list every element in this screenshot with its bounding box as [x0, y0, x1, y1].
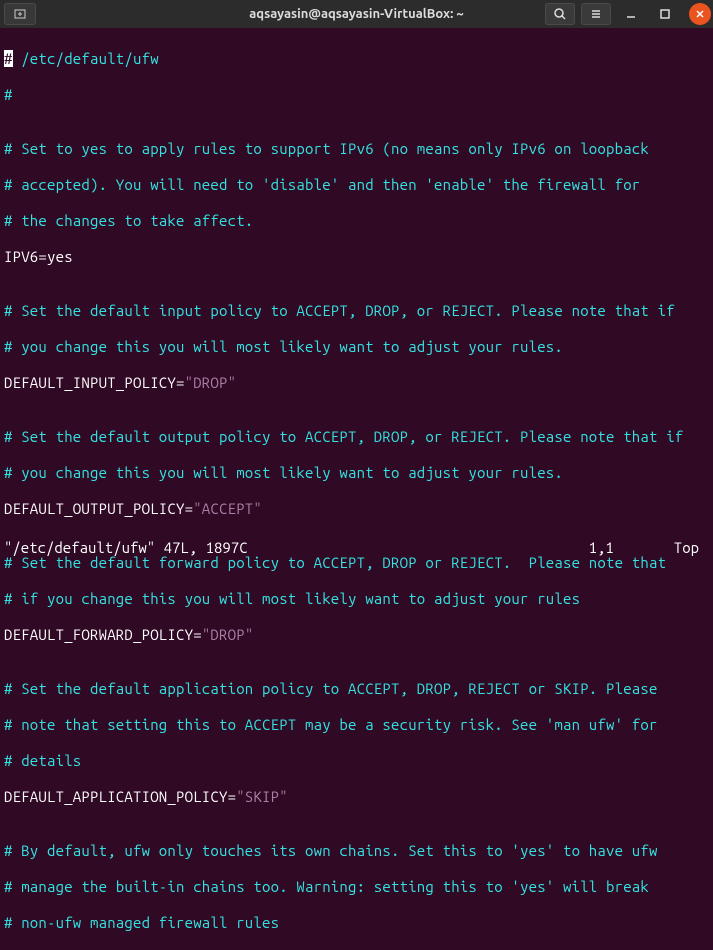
file-line: IPV6=yes [4, 248, 709, 266]
file-line: # /etc/default/ufw [4, 50, 709, 68]
file-line: # note that setting this to ACCEPT may b… [4, 716, 709, 734]
titlebar: aqsayasin@aqsayasin-VirtualBox: ~ [0, 0, 713, 28]
maximize-button[interactable] [651, 3, 679, 25]
status-file: "/etc/default/ufw" 47L, 1897C [4, 539, 248, 557]
file-line: DEFAULT_FORWARD_POLICY="DROP" [4, 626, 709, 644]
file-line: # if you change this you will most likel… [4, 590, 709, 608]
cursor: # [4, 50, 13, 67]
search-icon [553, 7, 567, 21]
file-line: # manage the built-in chains too. Warnin… [4, 878, 709, 896]
file-line: # By default, ufw only touches its own c… [4, 842, 709, 860]
file-line: # non-ufw managed firewall rules [4, 914, 709, 932]
file-line: # Set the default output policy to ACCEP… [4, 428, 709, 446]
status-location: Top [674, 539, 699, 557]
titlebar-left [0, 3, 36, 25]
new-tab-icon [13, 7, 27, 21]
file-line: # Set the default application policy to … [4, 680, 709, 698]
file-line: # [4, 86, 709, 104]
terminal-content[interactable]: # /etc/default/ufw # # Set to yes to app… [0, 28, 713, 950]
file-line: # you change this you will most likely w… [4, 464, 709, 482]
file-line: DEFAULT_INPUT_POLICY="DROP" [4, 374, 709, 392]
file-line: # Set to yes to apply rules to support I… [4, 140, 709, 158]
close-button[interactable] [689, 3, 711, 25]
hamburger-icon [589, 7, 603, 21]
minimize-button[interactable] [617, 3, 645, 25]
search-button[interactable] [545, 3, 575, 25]
file-line: # accepted). You will need to 'disable' … [4, 176, 709, 194]
new-tab-button[interactable] [4, 3, 36, 25]
titlebar-right [545, 3, 713, 25]
menu-button[interactable] [581, 3, 611, 25]
vim-statusline: "/etc/default/ufw" 47L, 1897C 1,1 Top [0, 539, 713, 557]
window-title: aqsayasin@aqsayasin-VirtualBox: ~ [249, 7, 464, 21]
file-line: # the changes to take affect. [4, 212, 709, 230]
status-position: 1,1 [589, 539, 614, 557]
file-line: DEFAULT_OUTPUT_POLICY="ACCEPT" [4, 500, 709, 518]
file-line: # you change this you will most likely w… [4, 338, 709, 356]
file-line: # Set the default input policy to ACCEPT… [4, 302, 709, 320]
maximize-icon [659, 8, 671, 20]
file-line: # details [4, 752, 709, 770]
file-line: DEFAULT_APPLICATION_POLICY="SKIP" [4, 788, 709, 806]
close-icon [695, 9, 705, 19]
minimize-icon [625, 8, 637, 20]
